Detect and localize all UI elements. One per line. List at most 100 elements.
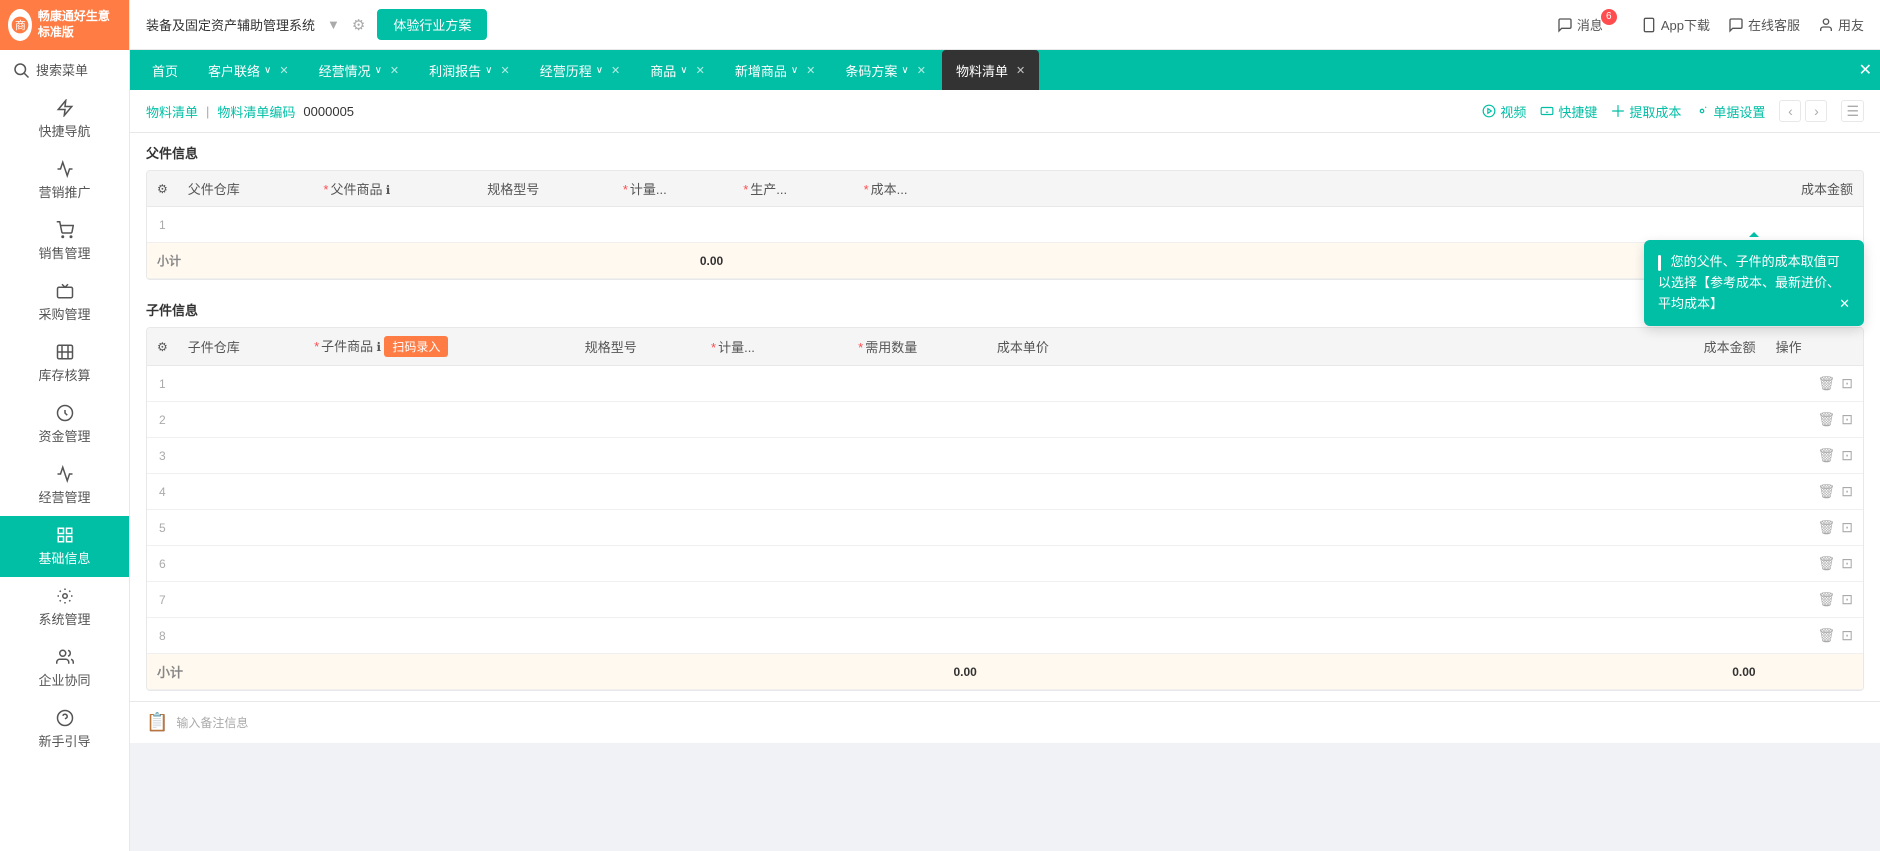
- child-warehouse-cell[interactable]: [178, 366, 304, 402]
- sidebar-item-guide[interactable]: 新手引导: [0, 699, 129, 760]
- child-spec-cell[interactable]: [575, 402, 701, 438]
- parent-unit-cell[interactable]: [613, 207, 733, 243]
- child-quantity-cell[interactable]: [848, 474, 987, 510]
- copy-icon[interactable]: ⊡: [1841, 483, 1853, 500]
- child-warehouse-cell[interactable]: [178, 546, 304, 582]
- tab-close[interactable]: ✕: [611, 64, 620, 77]
- sidebar-item-operations[interactable]: 经营管理: [0, 455, 129, 516]
- online-service-btn[interactable]: 在线客服: [1728, 15, 1800, 34]
- copy-icon[interactable]: ⊡: [1841, 555, 1853, 572]
- tab-customer[interactable]: 客户联络 ∨ ✕: [194, 50, 303, 90]
- user-btn[interactable]: 用友: [1818, 15, 1864, 34]
- delete-icon[interactable]: 🗑: [1817, 375, 1835, 392]
- child-warehouse-cell[interactable]: [178, 438, 304, 474]
- notes-placeholder[interactable]: 输入备注信息: [176, 714, 248, 731]
- copy-icon[interactable]: ⊡: [1841, 591, 1853, 608]
- child-goods-cell[interactable]: [304, 402, 575, 438]
- tooltip-close-btn[interactable]: ✕: [1839, 294, 1850, 315]
- child-warehouse-cell[interactable]: [178, 618, 304, 654]
- next-arrow[interactable]: ›: [1805, 100, 1827, 122]
- tab-profit[interactable]: 利润报告 ∨ ✕: [415, 50, 524, 90]
- delete-icon[interactable]: 🗑: [1817, 591, 1835, 608]
- delete-icon[interactable]: 🗑: [1817, 483, 1835, 500]
- sidebar-item-system[interactable]: 系统管理: [0, 577, 129, 638]
- settings-icon[interactable]: ⚙: [352, 16, 365, 34]
- sidebar-item-finance[interactable]: 资金管理: [0, 394, 129, 455]
- child-quantity-cell[interactable]: [848, 438, 987, 474]
- child-warehouse-cell[interactable]: [178, 582, 304, 618]
- tab-new-goods[interactable]: 新增商品 ∨ ✕: [721, 50, 830, 90]
- tab-bom[interactable]: 物料清单 ✕: [942, 50, 1039, 90]
- parent-production-cell[interactable]: [733, 207, 853, 243]
- copy-icon[interactable]: ⊡: [1841, 447, 1853, 464]
- child-goods-cell[interactable]: [304, 582, 575, 618]
- child-unit-cost-cell[interactable]: [987, 402, 1113, 438]
- child-quantity-cell[interactable]: [848, 366, 987, 402]
- child-spec-cell[interactable]: [575, 510, 701, 546]
- sidebar-item-enterprise[interactable]: 企业协同: [0, 638, 129, 699]
- child-quantity-cell[interactable]: [848, 582, 987, 618]
- child-spec-cell[interactable]: [575, 474, 701, 510]
- sidebar-item-sales[interactable]: 销售管理: [0, 211, 129, 272]
- child-unit-cost-cell[interactable]: [987, 438, 1113, 474]
- tab-goods[interactable]: 商品 ∨ ✕: [636, 50, 719, 90]
- sidebar-item-inventory[interactable]: 库存核算: [0, 333, 129, 394]
- prev-arrow[interactable]: ‹: [1779, 100, 1801, 122]
- copy-icon[interactable]: ⊡: [1841, 411, 1853, 428]
- child-unit-cell[interactable]: [701, 582, 813, 618]
- tab-close[interactable]: ✕: [500, 64, 509, 77]
- child-spec-cell[interactable]: [575, 618, 701, 654]
- delete-icon[interactable]: 🗑: [1817, 411, 1835, 428]
- scan-btn[interactable]: 扫码录入: [384, 336, 448, 357]
- child-goods-cell[interactable]: [304, 510, 575, 546]
- child-warehouse-cell[interactable]: [178, 474, 304, 510]
- child-unit-cost-cell[interactable]: [987, 618, 1113, 654]
- tab-close[interactable]: ✕: [279, 64, 288, 77]
- sidebar-item-quick-nav[interactable]: 快捷导航: [0, 89, 129, 150]
- child-unit-cell[interactable]: [701, 510, 813, 546]
- tab-close[interactable]: ✕: [917, 64, 926, 77]
- child-unit-cell[interactable]: [701, 366, 813, 402]
- child-warehouse-cell[interactable]: [178, 402, 304, 438]
- list-view-btn[interactable]: ☰: [1841, 100, 1864, 122]
- child-unit-cell[interactable]: [701, 438, 813, 474]
- child-spec-cell[interactable]: [575, 546, 701, 582]
- topbar-arrow-down[interactable]: ▼: [327, 17, 340, 32]
- delete-icon[interactable]: 🗑: [1817, 555, 1835, 572]
- child-unit-cost-cell[interactable]: [987, 582, 1113, 618]
- parent-cost-cell[interactable]: [854, 207, 974, 243]
- delete-icon[interactable]: 🗑: [1817, 519, 1835, 536]
- child-warehouse-cell[interactable]: [178, 510, 304, 546]
- child-unit-cell[interactable]: [701, 546, 813, 582]
- parent-warehouse-cell[interactable]: [178, 207, 314, 243]
- child-quantity-cell[interactable]: [848, 510, 987, 546]
- copy-icon[interactable]: ⊡: [1841, 375, 1853, 392]
- child-goods-cell[interactable]: [304, 618, 575, 654]
- child-spec-cell[interactable]: [575, 582, 701, 618]
- parent-goods-cell[interactable]: [313, 207, 477, 243]
- sidebar-item-purchase[interactable]: 采购管理: [0, 272, 129, 333]
- tab-barcode[interactable]: 条码方案 ∨ ✕: [831, 50, 940, 90]
- child-unit-cost-cell[interactable]: [987, 366, 1113, 402]
- app-download-btn[interactable]: App下载: [1641, 15, 1710, 34]
- child-goods-cell[interactable]: [304, 438, 575, 474]
- child-spec-cell[interactable]: [575, 366, 701, 402]
- sidebar-item-search[interactable]: 搜索菜单: [0, 50, 129, 89]
- child-goods-cell[interactable]: [304, 546, 575, 582]
- sidebar-item-marketing[interactable]: 营销推广: [0, 150, 129, 211]
- delete-icon[interactable]: 🗑: [1817, 627, 1835, 644]
- child-goods-cell[interactable]: [304, 474, 575, 510]
- child-unit-cost-cell[interactable]: [987, 546, 1113, 582]
- child-quantity-cell[interactable]: [848, 402, 987, 438]
- tab-home[interactable]: 首页: [138, 50, 192, 90]
- child-quantity-cell[interactable]: [848, 546, 987, 582]
- child-spec-cell[interactable]: [575, 438, 701, 474]
- breadcrumb-code-label[interactable]: 物料清单编码: [217, 102, 295, 121]
- parent-spec-cell[interactable]: [477, 207, 613, 243]
- child-unit-cost-cell[interactable]: [987, 510, 1113, 546]
- tab-close-bom[interactable]: ✕: [1016, 64, 1025, 77]
- th-settings[interactable]: ⚙: [147, 171, 178, 207]
- extract-cost-btn[interactable]: 提取成本: [1611, 102, 1681, 121]
- child-unit-cell[interactable]: [701, 402, 813, 438]
- child-quantity-cell[interactable]: [848, 618, 987, 654]
